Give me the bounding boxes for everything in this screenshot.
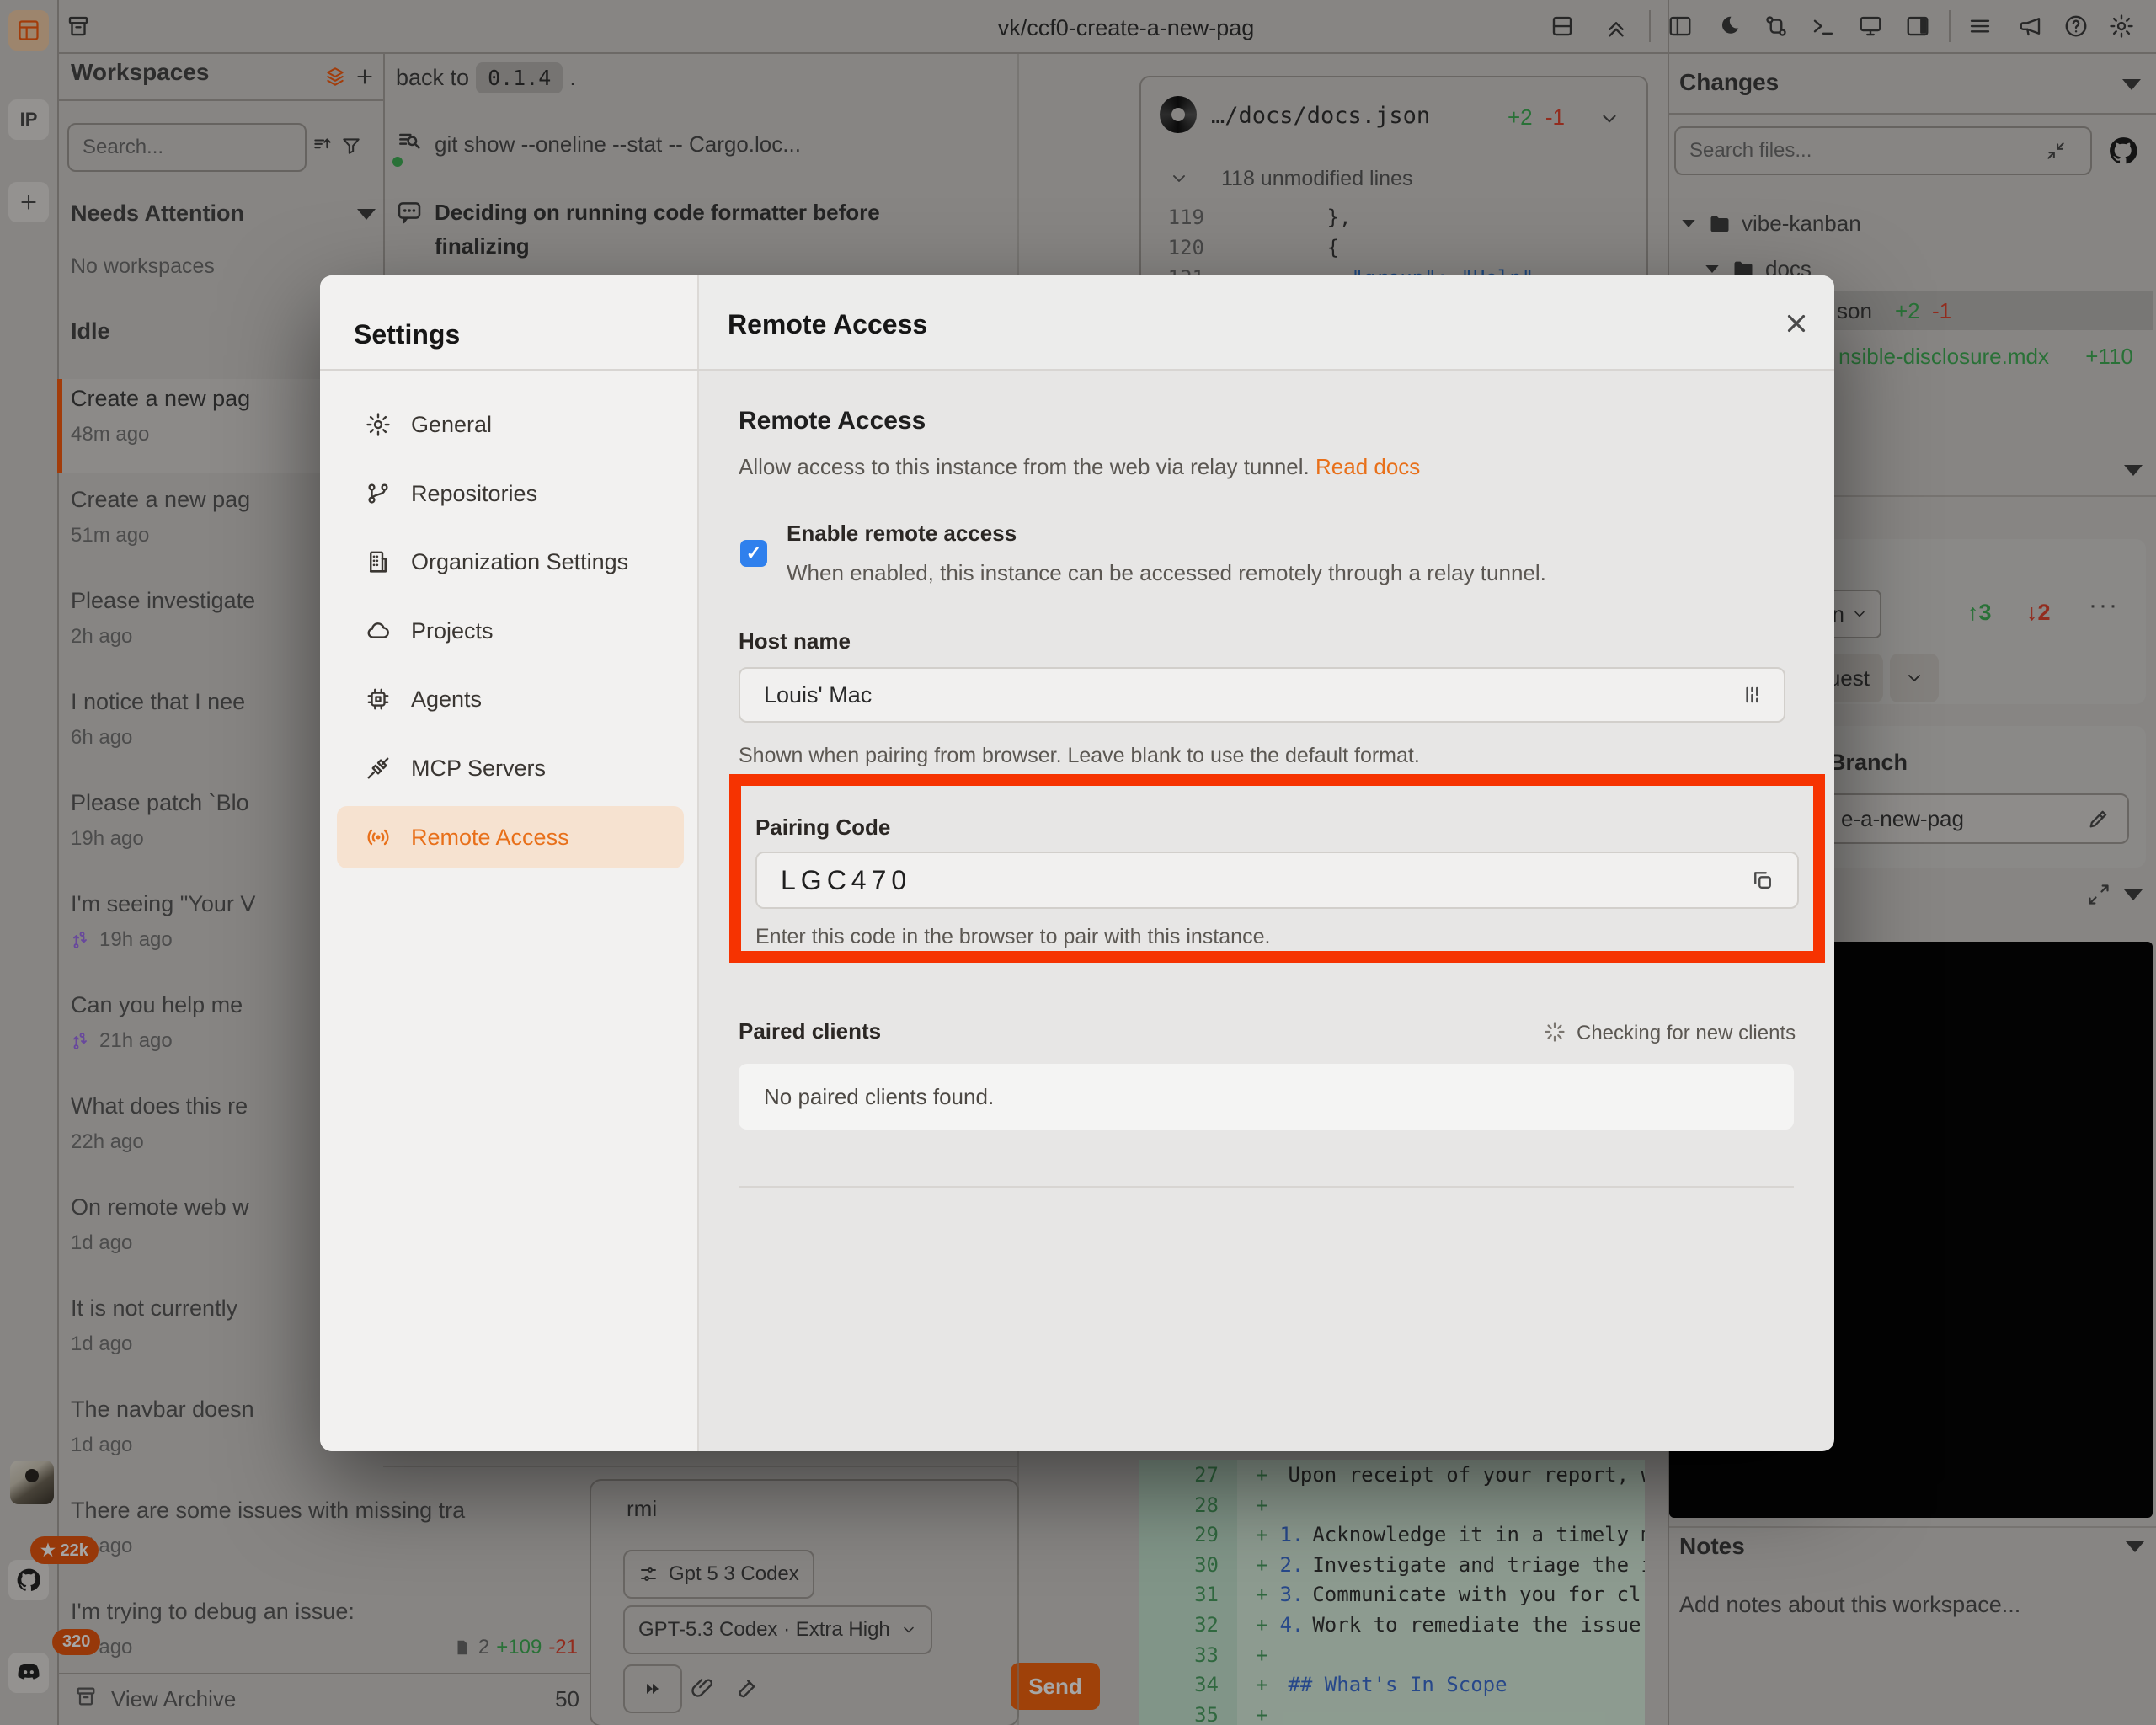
nav-label: Agents	[411, 686, 482, 713]
enable-remote-access-checkbox[interactable]: ✓	[740, 540, 767, 567]
nav-item-organization-settings[interactable]: Organization Settings	[337, 531, 684, 593]
broadcast-icon	[366, 825, 391, 850]
section-description: Allow access to this instance from the w…	[739, 454, 1420, 480]
nav-item-general[interactable]: General	[337, 393, 684, 456]
host-name-label: Host name	[739, 628, 851, 654]
settings-title: Settings	[354, 319, 460, 350]
spinner-icon	[1543, 1020, 1566, 1044]
nav-item-agents[interactable]: Agents	[337, 668, 684, 730]
cpu-icon	[366, 686, 391, 712]
host-name-value: Louis' Mac	[764, 682, 872, 708]
enable-help: When enabled, this instance can be acces…	[787, 560, 1546, 586]
host-name-input[interactable]: Louis' Mac	[739, 667, 1785, 723]
nav-label: Repositories	[411, 481, 537, 507]
clients-status: Checking for new clients	[1577, 1022, 1796, 1045]
nav-label: MCP Servers	[411, 756, 546, 782]
nav-label: Organization Settings	[411, 549, 628, 575]
close-icon[interactable]	[1782, 309, 1811, 338]
nav-item-repositories[interactable]: Repositories	[337, 462, 684, 525]
nav-item-projects[interactable]: Projects	[337, 600, 684, 662]
nav-label: General	[411, 412, 492, 438]
nav-label: Projects	[411, 618, 494, 644]
description-text: Allow access to this instance from the w…	[739, 454, 1310, 479]
modal-header-divider	[320, 369, 1834, 371]
paired-clients-box: No paired clients found.	[739, 1064, 1794, 1130]
pane-title: Remote Access	[728, 309, 927, 340]
annotation-highlight-box	[729, 774, 1825, 963]
nav-label: Remote Access	[411, 825, 569, 851]
enable-label: Enable remote access	[787, 521, 1017, 547]
gear-icon	[366, 412, 391, 437]
section-title: Remote Access	[739, 407, 926, 435]
nav-item-mcp-servers[interactable]: MCP Servers	[337, 737, 684, 799]
cloud-icon	[366, 618, 391, 644]
building-icon	[366, 549, 391, 574]
paired-clients-label: Paired clients	[739, 1018, 881, 1044]
randomize-icon[interactable]	[1738, 683, 1762, 707]
clients-empty-text: No paired clients found.	[764, 1084, 994, 1110]
pane-divider	[739, 1186, 1794, 1188]
git-branch-icon	[366, 481, 391, 506]
nav-item-remote-access[interactable]: Remote Access	[337, 806, 684, 868]
unplug-icon	[366, 756, 391, 781]
app-screen: vk/ccf0-create-a-new-pag IP ★ 22k 320 Wo…	[0, 0, 2156, 1725]
read-docs-link[interactable]: Read docs	[1315, 454, 1420, 479]
host-name-help: Shown when pairing from browser. Leave b…	[739, 744, 1420, 768]
